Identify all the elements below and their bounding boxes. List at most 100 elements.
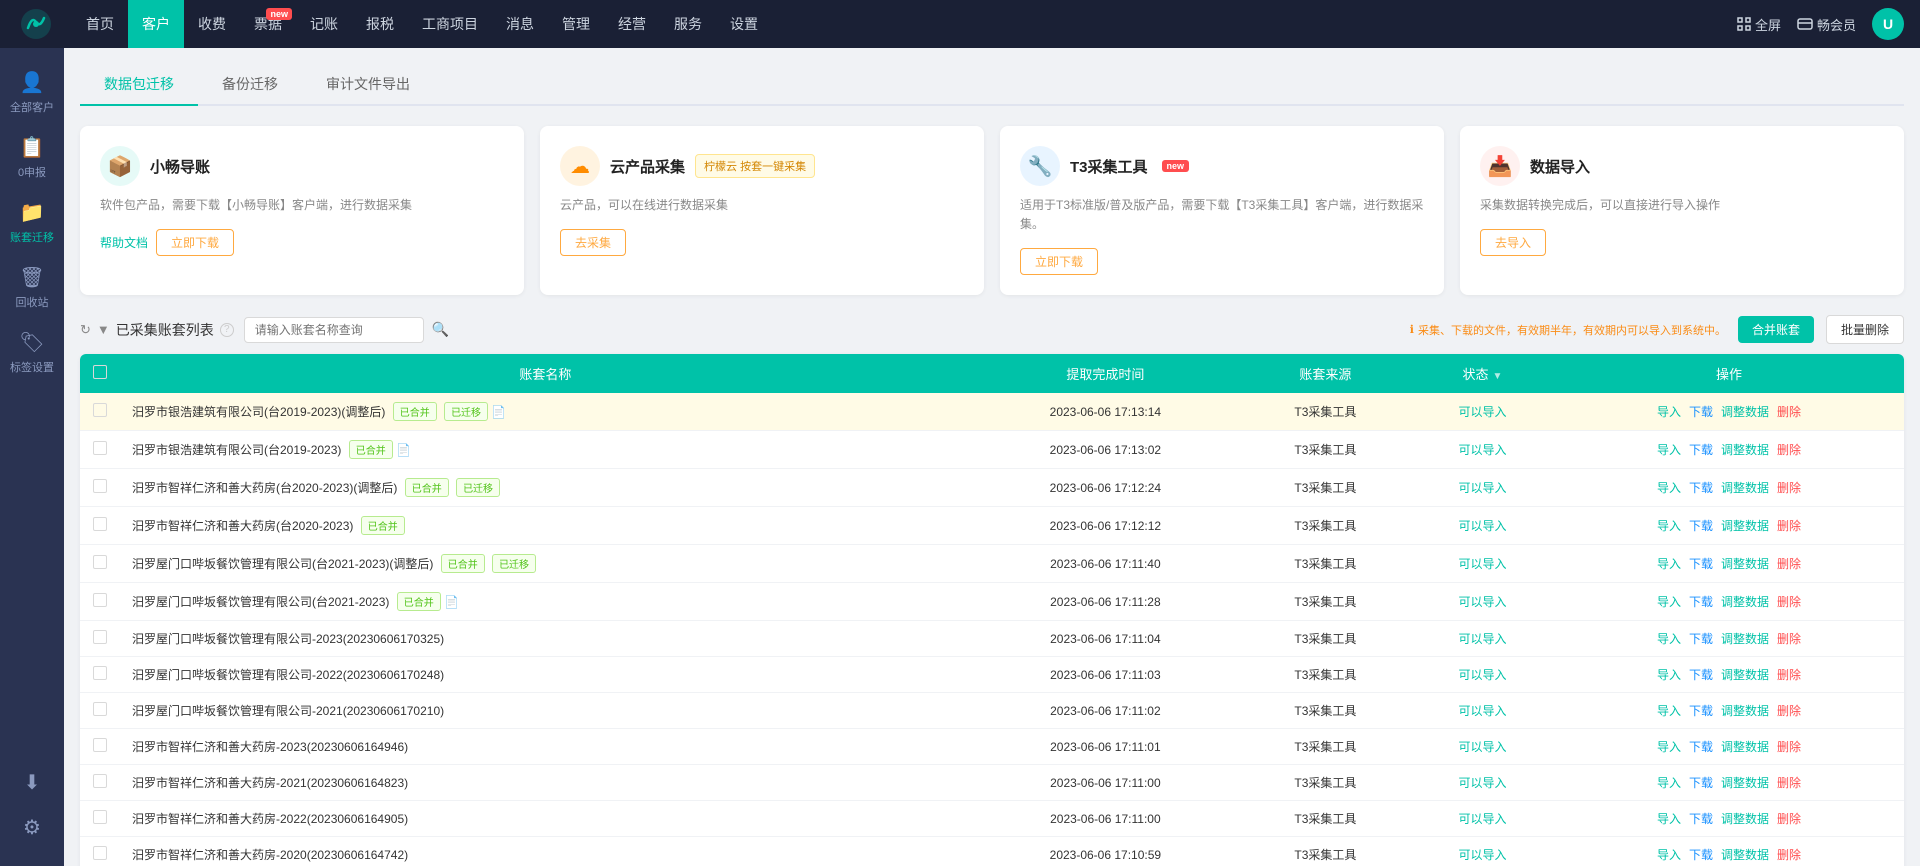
row-checkbox[interactable] xyxy=(93,517,107,531)
nav-manage[interactable]: 管理 xyxy=(548,0,604,48)
sidebar-item-all-customers[interactable]: 👤 全部客户 xyxy=(0,60,64,125)
import-action[interactable]: 导入 xyxy=(1657,632,1681,646)
delete-action[interactable]: 删除 xyxy=(1777,595,1801,609)
import-action[interactable]: 导入 xyxy=(1657,776,1681,790)
import-action[interactable]: 导入 xyxy=(1657,481,1681,495)
row-checkbox[interactable] xyxy=(93,702,107,716)
download-action[interactable]: 下载 xyxy=(1689,595,1713,609)
import-action[interactable]: 导入 xyxy=(1657,405,1681,419)
sidebar-item-tags[interactable]: 🏷 标签设置 xyxy=(0,320,64,385)
select-all-checkbox[interactable] xyxy=(93,365,107,379)
nav-customer[interactable]: 客户 xyxy=(128,0,184,48)
delete-action[interactable]: 删除 xyxy=(1777,519,1801,533)
adjust-action[interactable]: 调整数据 xyxy=(1721,740,1769,754)
row-checkbox[interactable] xyxy=(93,441,107,455)
adjust-action[interactable]: 调整数据 xyxy=(1721,443,1769,457)
sidebar-item-trash[interactable]: 🗑 回收站 xyxy=(0,255,64,320)
download-action[interactable]: 下载 xyxy=(1689,668,1713,682)
fullscreen-button[interactable]: 全屏 xyxy=(1737,15,1781,34)
help-icon[interactable]: ? xyxy=(220,323,234,337)
download-action[interactable]: 下载 xyxy=(1689,704,1713,718)
import-action[interactable]: 导入 xyxy=(1657,557,1681,571)
delete-action[interactable]: 删除 xyxy=(1777,848,1801,862)
adjust-action[interactable]: 调整数据 xyxy=(1721,848,1769,862)
nav-home[interactable]: 首页 xyxy=(72,0,128,48)
cloud-collect-button[interactable]: 去采集 xyxy=(560,229,626,256)
download-action[interactable]: 下载 xyxy=(1689,443,1713,457)
adjust-action[interactable]: 调整数据 xyxy=(1721,632,1769,646)
delete-action[interactable]: 删除 xyxy=(1777,776,1801,790)
download-action[interactable]: 下载 xyxy=(1689,812,1713,826)
nav-business[interactable]: 工商项目 xyxy=(408,0,492,48)
row-checkbox[interactable] xyxy=(93,810,107,824)
adjust-action[interactable]: 调整数据 xyxy=(1721,405,1769,419)
import-action[interactable]: 导入 xyxy=(1657,848,1681,862)
import-action[interactable]: 导入 xyxy=(1657,812,1681,826)
xiaochang-help-link[interactable]: 帮助文档 xyxy=(100,234,148,251)
row-checkbox[interactable] xyxy=(93,774,107,788)
nav-service[interactable]: 服务 xyxy=(660,0,716,48)
import-goto-button[interactable]: 去导入 xyxy=(1480,229,1546,256)
row-checkbox[interactable] xyxy=(93,738,107,752)
tab-data-migration[interactable]: 数据包迁移 xyxy=(80,64,198,106)
download-action[interactable]: 下载 xyxy=(1689,848,1713,862)
download-action[interactable]: 下载 xyxy=(1689,632,1713,646)
adjust-action[interactable]: 调整数据 xyxy=(1721,481,1769,495)
download-action[interactable]: 下载 xyxy=(1689,740,1713,754)
nav-charge[interactable]: 收费 xyxy=(184,0,240,48)
app-logo[interactable] xyxy=(16,4,56,44)
sidebar-item-download[interactable]: ⬇ xyxy=(0,760,64,805)
user-avatar[interactable]: U xyxy=(1872,8,1904,40)
row-checkbox[interactable] xyxy=(93,846,107,860)
row-checkbox[interactable] xyxy=(93,630,107,644)
adjust-action[interactable]: 调整数据 xyxy=(1721,704,1769,718)
nav-invoice[interactable]: 票据 new xyxy=(240,0,296,48)
row-checkbox[interactable] xyxy=(93,403,107,417)
import-action[interactable]: 导入 xyxy=(1657,443,1681,457)
tab-audit-export[interactable]: 审计文件导出 xyxy=(302,64,434,106)
row-checkbox[interactable] xyxy=(93,479,107,493)
download-action[interactable]: 下载 xyxy=(1689,481,1713,495)
delete-action[interactable]: 删除 xyxy=(1777,812,1801,826)
delete-action[interactable]: 删除 xyxy=(1777,557,1801,571)
sidebar-item-migration[interactable]: 📁 账套迁移 xyxy=(0,190,64,255)
t3-download-button[interactable]: 立即下载 xyxy=(1020,248,1098,275)
download-action[interactable]: 下载 xyxy=(1689,776,1713,790)
nav-message[interactable]: 消息 xyxy=(492,0,548,48)
adjust-action[interactable]: 调整数据 xyxy=(1721,812,1769,826)
nav-operation[interactable]: 经营 xyxy=(604,0,660,48)
collapse-icon[interactable]: ▼ xyxy=(97,322,110,337)
member-button[interactable]: 畅会员 xyxy=(1797,15,1856,34)
search-button[interactable]: 🔍 xyxy=(432,321,449,338)
delete-action[interactable]: 删除 xyxy=(1777,632,1801,646)
download-action[interactable]: 下载 xyxy=(1689,405,1713,419)
sidebar-item-zero-report[interactable]: 📋 0申报 xyxy=(0,125,64,190)
delete-action[interactable]: 删除 xyxy=(1777,704,1801,718)
tab-backup-migration[interactable]: 备份迁移 xyxy=(198,64,302,106)
delete-action[interactable]: 删除 xyxy=(1777,443,1801,457)
import-action[interactable]: 导入 xyxy=(1657,519,1681,533)
adjust-action[interactable]: 调整数据 xyxy=(1721,519,1769,533)
nav-settings[interactable]: 设置 xyxy=(716,0,772,48)
status-sort-icon[interactable]: ▼ xyxy=(1493,371,1503,382)
batch-delete-button[interactable]: 批量删除 xyxy=(1826,315,1904,344)
download-action[interactable]: 下载 xyxy=(1689,519,1713,533)
adjust-action[interactable]: 调整数据 xyxy=(1721,776,1769,790)
xiaochang-download-button[interactable]: 立即下载 xyxy=(156,229,234,256)
download-action[interactable]: 下载 xyxy=(1689,557,1713,571)
refresh-icon[interactable]: ↻ xyxy=(80,322,91,338)
adjust-action[interactable]: 调整数据 xyxy=(1721,557,1769,571)
delete-action[interactable]: 删除 xyxy=(1777,481,1801,495)
nav-bookkeeping[interactable]: 记账 xyxy=(296,0,352,48)
merge-accounts-button[interactable]: 合并账套 xyxy=(1738,316,1814,343)
delete-action[interactable]: 删除 xyxy=(1777,405,1801,419)
import-action[interactable]: 导入 xyxy=(1657,595,1681,609)
sidebar-item-settings[interactable]: ⚙ xyxy=(0,805,64,850)
import-action[interactable]: 导入 xyxy=(1657,740,1681,754)
delete-action[interactable]: 删除 xyxy=(1777,668,1801,682)
cloud-promo-badge[interactable]: 柠檬云 按套一键采集 xyxy=(695,154,815,178)
row-checkbox[interactable] xyxy=(93,666,107,680)
nav-tax[interactable]: 报税 xyxy=(352,0,408,48)
adjust-action[interactable]: 调整数据 xyxy=(1721,595,1769,609)
import-action[interactable]: 导入 xyxy=(1657,668,1681,682)
